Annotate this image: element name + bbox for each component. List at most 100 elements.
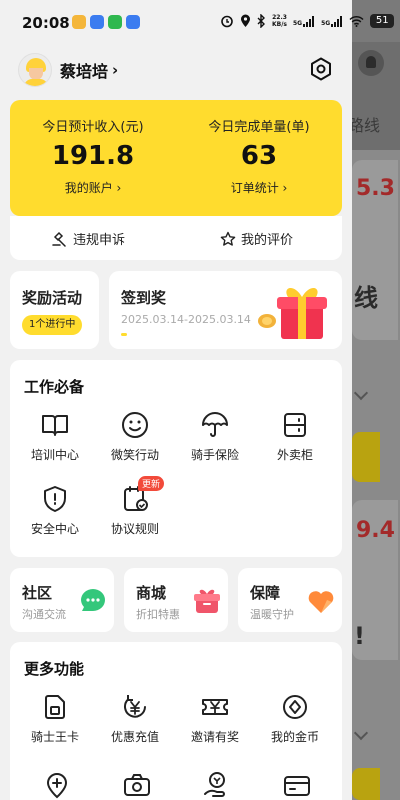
network-speed: 22.3 bbox=[272, 14, 287, 21]
orders-label: 今日完成单量(单) bbox=[208, 120, 310, 135]
orders-value: 63 bbox=[240, 141, 278, 171]
background-char-b: ! bbox=[354, 622, 365, 650]
smile-action-item[interactable]: 微笑行动 bbox=[96, 410, 174, 463]
takeout-locker-label: 外卖柜 bbox=[276, 448, 313, 462]
reward-count-badge: 1个进行中 bbox=[22, 315, 83, 335]
rider-insurance-item[interactable]: 骑手保险 bbox=[176, 410, 254, 463]
wifi-icon bbox=[349, 15, 364, 27]
background-chevron-icon-2 bbox=[353, 725, 369, 741]
credit-card-icon[interactable] bbox=[282, 770, 312, 800]
side-drawer: 蔡培培 › 今日预计收入(元) 191.8 我的账户 › 今日完成单量(单) 6… bbox=[0, 42, 352, 800]
work-essentials-section: 工作必备 培训中心 微笑行动 骑手保险 外卖柜 安全中心 更新 协议规则 bbox=[10, 360, 342, 557]
background-app: 路线 5.3 线 9.4 ! bbox=[348, 0, 400, 800]
background-route-label: 路线 bbox=[348, 116, 381, 135]
heart-icon bbox=[308, 591, 334, 613]
discount-recharge-label: 优惠充值 bbox=[110, 730, 159, 744]
mall-title: 商城 bbox=[136, 584, 167, 602]
more-functions-title: 更多功能 bbox=[24, 660, 85, 678]
chevron-right-icon: › bbox=[112, 61, 119, 79]
invite-reward-label: 邀请有奖 bbox=[190, 730, 239, 744]
book-icon bbox=[42, 415, 68, 436]
update-badge: 更新 bbox=[138, 476, 165, 491]
community-subtitle: 沟通交流 bbox=[22, 608, 66, 621]
work-essentials-title: 工作必备 bbox=[24, 378, 85, 396]
clock: 20:08 bbox=[22, 14, 70, 32]
signin-reward-card[interactable]: 签到奖 2025.03.14-2025.03.14 bbox=[109, 271, 342, 349]
income-stat[interactable]: 今日预计收入(元) 191.8 我的账户 › bbox=[10, 116, 176, 196]
rider-card-label: 骑士王卡 bbox=[30, 730, 79, 744]
earnings-card: 今日预计收入(元) 191.8 我的账户 › 今日完成单量(单) 63 订单统计… bbox=[10, 100, 342, 216]
notification-icons bbox=[72, 15, 140, 29]
signal-2: 5G bbox=[321, 15, 343, 27]
background-value-top: 5.3 bbox=[356, 176, 395, 201]
protection-subtitle: 温暖守护 bbox=[250, 608, 294, 621]
profile-entry[interactable]: 蔡培培 › bbox=[18, 52, 118, 88]
app-notification-icon bbox=[72, 15, 86, 29]
rider-card-item[interactable]: 骑士王卡 bbox=[16, 692, 94, 745]
hand-coin-icon[interactable] bbox=[202, 770, 232, 800]
quick-links-bar: 违规申诉 我的评价 bbox=[10, 216, 342, 260]
ticket-icon bbox=[202, 699, 228, 715]
camera-icon[interactable] bbox=[122, 770, 152, 800]
yen-cycle-icon bbox=[124, 695, 146, 718]
agreement-rules-item[interactable]: 更新 协议规则 bbox=[96, 476, 174, 537]
income-label: 今日预计收入(元) bbox=[42, 120, 144, 135]
rider-insurance-label: 骑手保险 bbox=[190, 448, 239, 462]
community-card[interactable]: 社区 沟通交流 bbox=[10, 568, 114, 632]
violation-appeal-button[interactable]: 违规申诉 bbox=[52, 229, 125, 248]
my-reviews-button[interactable]: 我的评价 bbox=[220, 229, 293, 248]
signal-bars-icon bbox=[331, 15, 343, 27]
alarm-icon bbox=[221, 15, 233, 28]
training-center-item[interactable]: 培训中心 bbox=[16, 410, 94, 463]
protection-card[interactable]: 保障 温暖守护 bbox=[238, 568, 342, 632]
signin-progress-bar bbox=[121, 333, 127, 336]
mall-subtitle: 折扣特惠 bbox=[136, 608, 180, 621]
my-reviews-label: 我的评价 bbox=[241, 233, 294, 248]
my-coins-item[interactable]: 我的金币 bbox=[256, 692, 334, 745]
signal-1: 5G bbox=[293, 15, 315, 27]
discount-recharge-item[interactable]: 优惠充值 bbox=[96, 692, 174, 745]
gift-box-icon bbox=[258, 287, 327, 339]
reward-activity-title: 奖励活动 bbox=[22, 289, 83, 307]
violation-appeal-label: 违规申诉 bbox=[73, 233, 126, 248]
settings-icon[interactable] bbox=[308, 56, 334, 82]
mall-card[interactable]: 商城 折扣特惠 bbox=[124, 568, 228, 632]
signin-date-range: 2025.03.14-2025.03.14 bbox=[121, 313, 251, 326]
protection-title: 保障 bbox=[250, 584, 281, 602]
chat-bubble-icon bbox=[81, 589, 105, 611]
safety-center-label: 安全中心 bbox=[30, 522, 79, 536]
wechat-icon bbox=[108, 15, 122, 29]
bell-icon bbox=[358, 50, 384, 76]
signal-bars-icon bbox=[303, 15, 315, 27]
agreement-rules-label: 协议规则 bbox=[110, 522, 159, 536]
orders-stat[interactable]: 今日完成单量(单) 63 订单统计 › bbox=[176, 116, 342, 196]
invite-reward-item[interactable]: 邀请有奖 bbox=[176, 692, 254, 745]
network-speed-unit: KB/s bbox=[272, 21, 287, 28]
my-coins-label: 我的金币 bbox=[270, 730, 319, 744]
my-account-link[interactable]: 我的账户 › bbox=[10, 179, 176, 196]
smile-action-label: 微笑行动 bbox=[110, 448, 159, 462]
map-pin-plus-icon[interactable] bbox=[42, 770, 72, 800]
background-yellow-button-2 bbox=[352, 768, 380, 800]
background-char-a: 线 bbox=[354, 284, 378, 312]
background-yellow-button bbox=[352, 432, 380, 482]
reward-activity-card[interactable]: 奖励活动 1个进行中 bbox=[10, 271, 99, 349]
hammer-icon bbox=[52, 231, 66, 247]
coin-icon bbox=[283, 695, 307, 719]
takeout-locker-item[interactable]: 外卖柜 bbox=[256, 410, 334, 463]
shield-icon bbox=[44, 486, 66, 512]
safety-center-item[interactable]: 安全中心 bbox=[16, 484, 94, 537]
gift-box-icon bbox=[194, 589, 220, 613]
message-icon bbox=[126, 15, 140, 29]
income-value: 191.8 bbox=[51, 141, 135, 171]
smile-icon bbox=[122, 412, 148, 438]
user-name[interactable]: 蔡培培 bbox=[60, 58, 108, 82]
order-stats-link[interactable]: 订单统计 › bbox=[176, 179, 342, 196]
status-bar: 20:08 22.3 KB/s 5G 5G 51 bbox=[0, 0, 400, 42]
avatar[interactable] bbox=[18, 53, 52, 87]
training-center-label: 培训中心 bbox=[30, 448, 79, 462]
bluetooth-icon bbox=[257, 14, 265, 28]
location-icon bbox=[241, 14, 250, 27]
battery-level: 51 bbox=[370, 14, 395, 28]
signin-title: 签到奖 bbox=[121, 289, 167, 307]
